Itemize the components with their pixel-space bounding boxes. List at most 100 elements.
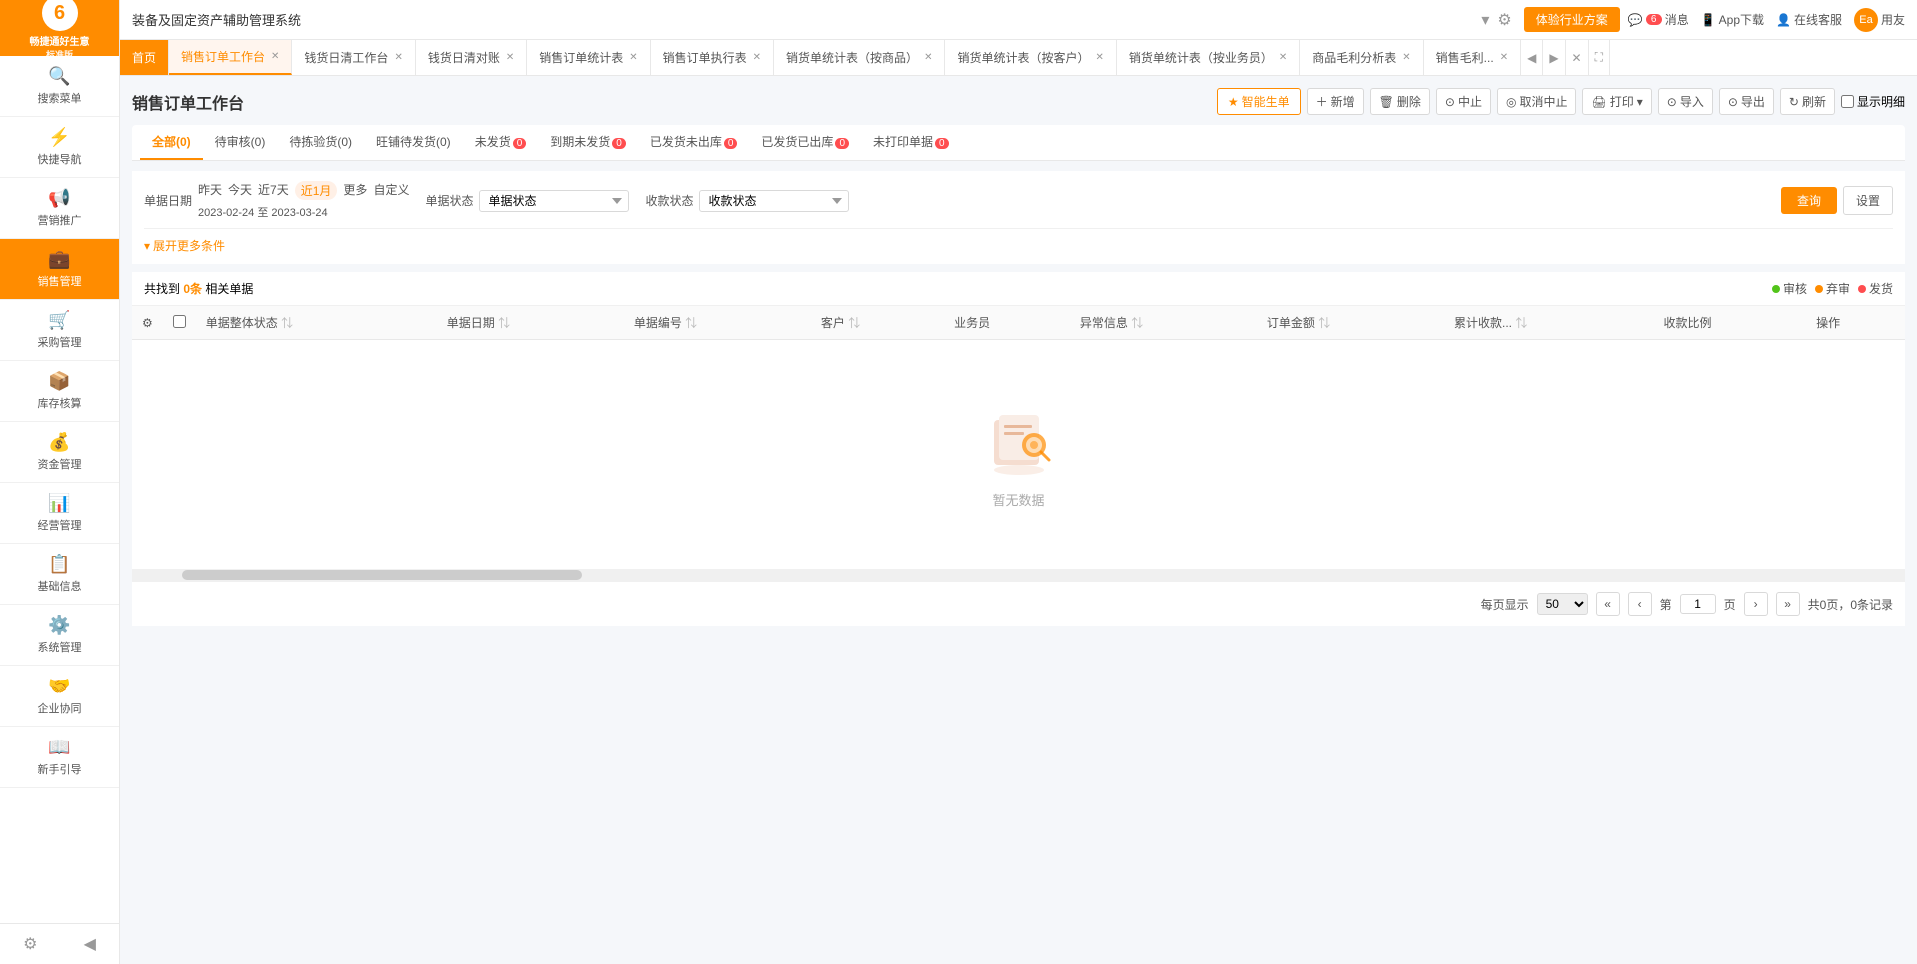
- sidebar-settings-btn[interactable]: ⚙: [23, 934, 37, 954]
- sidebar-item-label: 搜索菜单: [38, 90, 82, 106]
- subtab-overdue-unshipped[interactable]: 到期未发货0: [538, 125, 638, 160]
- sidebar-item-inventory[interactable]: 📦 库存核算: [0, 361, 119, 422]
- subtab-shipped-not-out[interactable]: 已发货未出库0: [638, 125, 750, 160]
- page-first-btn[interactable]: «: [1596, 592, 1620, 616]
- page-next-btn[interactable]: ›: [1744, 592, 1768, 616]
- tab-close-btn[interactable]: ✕: [1500, 52, 1508, 63]
- tab-nav-left-btn[interactable]: ◀: [1521, 40, 1543, 75]
- sort-date-icon[interactable]: ⇅: [498, 316, 510, 330]
- cancel-stop-btn[interactable]: ◎ 取消中止: [1497, 88, 1577, 115]
- sidebar-item-marketing[interactable]: 📢 营销推广: [0, 178, 119, 239]
- sidebar-item-nav[interactable]: ⚡ 快捷导航: [0, 117, 119, 178]
- sidebar-item-purchase[interactable]: 🛒 采购管理: [0, 300, 119, 361]
- tab-close-btn[interactable]: ✕: [1402, 52, 1410, 63]
- subtab-shipped-out[interactable]: 已发货已出库0: [749, 125, 861, 160]
- import-btn[interactable]: ⊙ 导入: [1658, 88, 1713, 115]
- smart-generate-btn[interactable]: ★ 智能生单: [1217, 88, 1301, 115]
- expand-filter-btn[interactable]: ▾ 展开更多条件: [144, 237, 1893, 254]
- tab-expand-btn[interactable]: ⛶: [1589, 40, 1610, 75]
- page-last-btn[interactable]: »: [1776, 592, 1800, 616]
- tab-close-btn[interactable]: ✕: [394, 52, 402, 63]
- sidebar-item-guide[interactable]: 📖 新手引导: [0, 727, 119, 788]
- subtab-unshipped[interactable]: 未发货0: [463, 125, 539, 160]
- select-all-checkbox[interactable]: [173, 315, 186, 328]
- show-detail-checkbox[interactable]: 显示明细: [1841, 93, 1905, 110]
- system-settings-btn[interactable]: ⚙: [1497, 10, 1511, 30]
- tab-goods-stat[interactable]: 销货单统计表（按商品） ✕: [774, 40, 945, 75]
- tab-customer-stat[interactable]: 销货单统计表（按客户） ✕: [945, 40, 1116, 75]
- tab-close-btn[interactable]: ✕: [271, 51, 279, 62]
- online-service-btn[interactable]: 👤 在线客服: [1776, 11, 1842, 28]
- tab-close-btn[interactable]: ✕: [629, 52, 637, 63]
- show-detail-input[interactable]: [1841, 95, 1854, 108]
- date-more[interactable]: 更多: [343, 181, 367, 200]
- sidebar-item-sales[interactable]: 💼 销售管理: [0, 239, 119, 300]
- tab-close-btn[interactable]: ✕: [924, 52, 932, 63]
- date-yesterday[interactable]: 昨天: [198, 181, 222, 200]
- industry-solution-btn[interactable]: 体验行业方案: [1524, 7, 1620, 32]
- tab-sales-stat[interactable]: 销售订单统计表 ✕: [527, 40, 650, 75]
- hscroll-thumb[interactable]: [182, 570, 582, 580]
- hscroll-area[interactable]: [132, 569, 1905, 581]
- message-btn[interactable]: 💬 6 消息: [1628, 11, 1689, 28]
- subtab-pending-review[interactable]: 待审核(0): [203, 125, 278, 160]
- subtab-pending-pick[interactable]: 待拣验货(0): [277, 125, 364, 160]
- sidebar-collapse-btn[interactable]: ◀: [84, 934, 96, 954]
- tab-nav-right-btn[interactable]: ▶: [1543, 40, 1565, 75]
- add-btn[interactable]: ＋ 新增: [1307, 88, 1364, 115]
- tab-sales-profit[interactable]: 销售毛利... ✕: [1424, 40, 1521, 75]
- tab-close-btn[interactable]: ✕: [1095, 52, 1103, 63]
- system-dropdown-btn[interactable]: ▾: [1481, 10, 1489, 30]
- date-today[interactable]: 今天: [228, 181, 252, 200]
- sidebar-item-finance[interactable]: 💰 资金管理: [0, 422, 119, 483]
- date-custom[interactable]: 自定义: [373, 181, 409, 200]
- print-btn[interactable]: 🖨 打印 ▾: [1582, 88, 1651, 115]
- date-1month[interactable]: 近1月: [295, 181, 338, 200]
- app-download-btn[interactable]: 📱 App下载: [1701, 11, 1764, 28]
- tab-reconcile[interactable]: 钱货日清对账 ✕: [416, 40, 527, 75]
- sidebar-item-search[interactable]: 🔍 搜索菜单: [0, 56, 119, 117]
- export-btn[interactable]: ⊙ 导出: [1719, 88, 1774, 115]
- stop-btn[interactable]: ⊙ 中止: [1436, 88, 1491, 115]
- sort-number-icon[interactable]: ⇅: [685, 316, 697, 330]
- query-btn[interactable]: 查询: [1781, 187, 1837, 214]
- sort-abnormal-icon[interactable]: ⇅: [1131, 316, 1143, 330]
- sort-accumulated-icon[interactable]: ⇅: [1515, 316, 1527, 330]
- col-settings[interactable]: ⚙: [132, 306, 163, 340]
- sort-amount-icon[interactable]: ⇅: [1318, 316, 1330, 330]
- payment-select[interactable]: 收款状态: [699, 190, 849, 212]
- tab-sales-exec[interactable]: 销售订单执行表 ✕: [651, 40, 774, 75]
- filter-setting-btn[interactable]: 设置: [1843, 186, 1893, 215]
- date-7days[interactable]: 近7天: [258, 181, 289, 200]
- tab-close-btn[interactable]: ✕: [506, 52, 514, 63]
- subtab-unprinted[interactable]: 未打印单据0: [861, 125, 961, 160]
- refresh-btn[interactable]: ↻ 刷新: [1780, 88, 1835, 115]
- sort-customer-icon[interactable]: ⇅: [848, 316, 860, 330]
- status-select[interactable]: 单据状态: [479, 190, 629, 212]
- page-prev-btn[interactable]: ‹: [1628, 592, 1652, 616]
- tab-close-all-btn[interactable]: ✕: [1566, 40, 1589, 75]
- sidebar-item-basic[interactable]: 📋 基础信息: [0, 544, 119, 605]
- reject-btn[interactable]: 弃审: [1815, 280, 1850, 297]
- tab-close-btn[interactable]: ✕: [1279, 52, 1287, 63]
- subtab-all[interactable]: 全部(0): [140, 125, 203, 160]
- tab-salesman-stat[interactable]: 销货单统计表（按业务员） ✕: [1117, 40, 1300, 75]
- sidebar-item-system[interactable]: ⚙️ 系统管理: [0, 605, 119, 666]
- user-menu-btn[interactable]: Ea 用友: [1854, 8, 1905, 32]
- approve-btn[interactable]: 审核: [1772, 280, 1807, 297]
- sidebar-item-enterprise[interactable]: 🤝 企业协同: [0, 666, 119, 727]
- tab-daily-cash[interactable]: 钱货日清工作台 ✕: [292, 40, 415, 75]
- delete-btn[interactable]: 🗑 删除: [1370, 88, 1430, 115]
- per-page-select[interactable]: 50 100: [1537, 593, 1588, 615]
- page-input[interactable]: [1680, 594, 1716, 614]
- tab-sales-order[interactable]: 销售订单工作台 ✕: [169, 40, 292, 75]
- sidebar-item-operation[interactable]: 📊 经营管理: [0, 483, 119, 544]
- tab-close-btn[interactable]: ✕: [753, 52, 761, 63]
- sort-status-icon[interactable]: ⇅: [281, 316, 293, 330]
- ship-btn[interactable]: 发货: [1858, 280, 1893, 297]
- tab-profit-analysis[interactable]: 商品毛利分析表 ✕: [1300, 40, 1423, 75]
- subtab-wangpu[interactable]: 旺铺待发货(0): [364, 125, 463, 160]
- sidebar-item-label: 快捷导航: [38, 151, 82, 167]
- refresh-icon: ↻: [1789, 95, 1799, 109]
- tab-home[interactable]: 首页: [120, 40, 169, 75]
